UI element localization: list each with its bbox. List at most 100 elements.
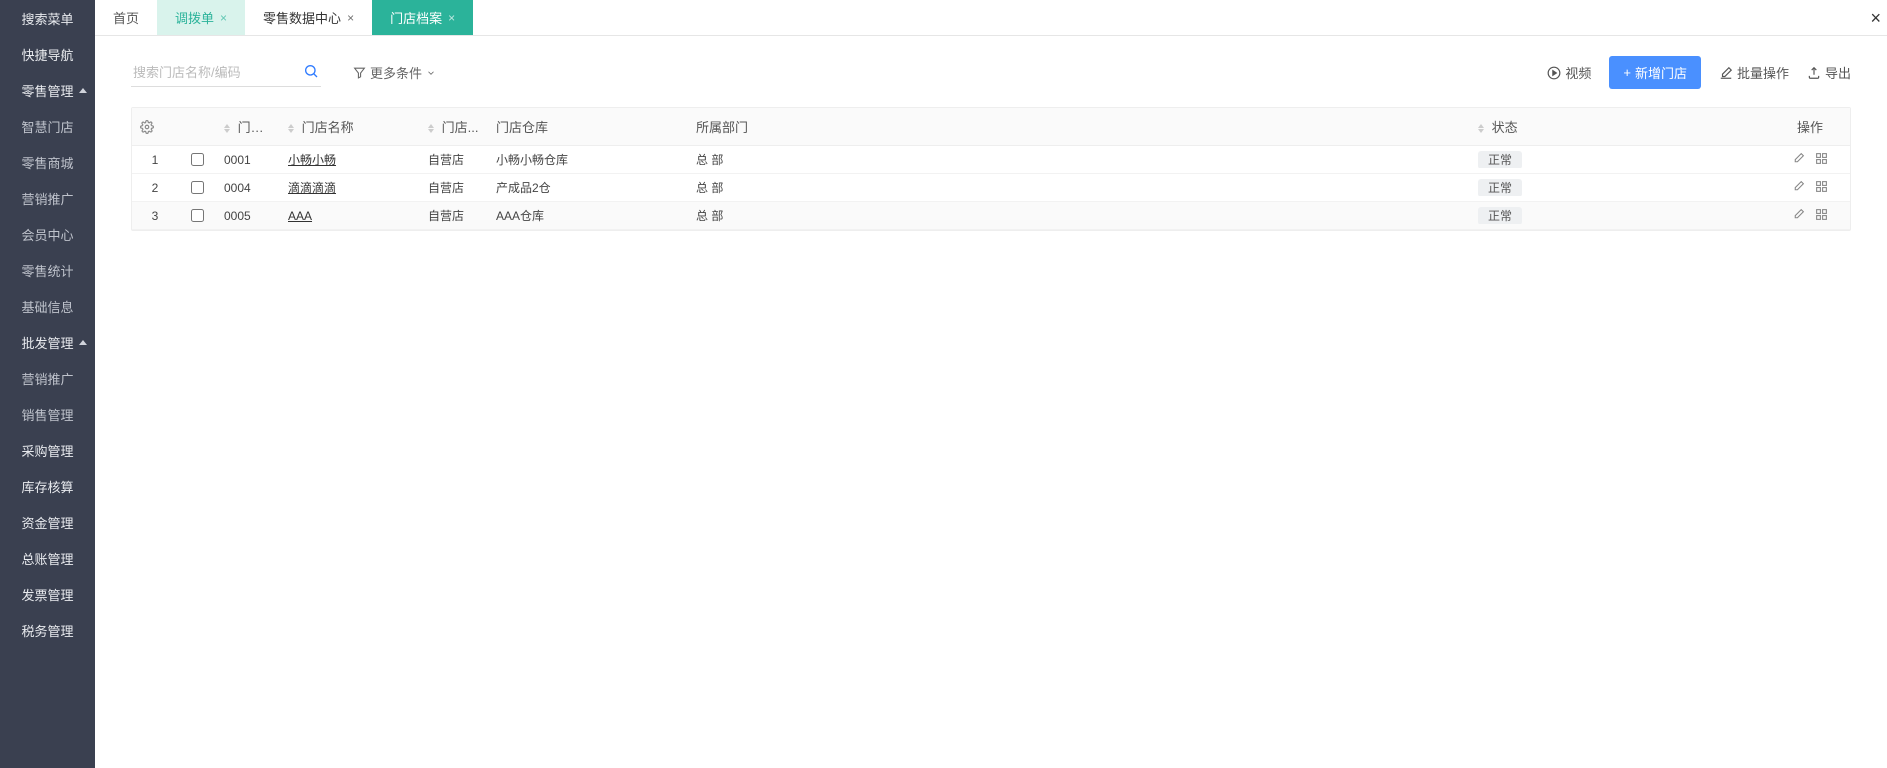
sidebar-item-retail-mall[interactable]: 零售商城 (0, 144, 95, 180)
filter-icon (353, 66, 366, 79)
search-input[interactable] (131, 59, 321, 87)
qr-icon[interactable] (1815, 152, 1828, 165)
main-area: 首页 调拨单 × 零售数据中心 × 门店档案 × × (95, 0, 1887, 768)
qr-icon[interactable] (1815, 180, 1828, 193)
header-dept: 所属部门 (688, 117, 1470, 136)
more-conditions-label: 更多条件 (370, 63, 422, 82)
row-checkbox-cell (178, 206, 216, 225)
cell-type: 自营店 (420, 179, 488, 196)
tab-transfer[interactable]: 调拨单 × (157, 0, 245, 35)
header-type-label: 门店... (442, 120, 479, 135)
sidebar-fund-mgmt[interactable]: 资金管理 (0, 504, 95, 540)
cell-operate (1770, 152, 1850, 168)
tab-store-file-label: 门店档案 (390, 8, 442, 27)
cell-status: 正常 (1470, 179, 1770, 196)
status-badge: 正常 (1478, 151, 1522, 168)
add-store-button[interactable]: + 新增门店 (1609, 56, 1701, 89)
cell-operate (1770, 180, 1850, 196)
sidebar-item-basic-info[interactable]: 基础信息 (0, 288, 95, 324)
row-checkbox[interactable] (191, 181, 204, 194)
row-checkbox-cell (178, 178, 216, 197)
table-row: 20004滴滴滴滴自营店产成品2仓总 部正常 (132, 174, 1850, 202)
header-operate: 操作 (1770, 117, 1850, 136)
sidebar-purchase-mgmt[interactable]: 采购管理 (0, 432, 95, 468)
sidebar-item-wholesale-sales[interactable]: 销售管理 (0, 396, 95, 432)
qr-icon[interactable] (1815, 208, 1828, 221)
sidebar-invoice-mgmt[interactable]: 发票管理 (0, 576, 95, 612)
row-index: 3 (132, 209, 178, 223)
sidebar-item-smart-store[interactable]: 智慧门店 (0, 108, 95, 144)
add-store-label: 新增门店 (1635, 63, 1687, 82)
tab-store-file[interactable]: 门店档案 × (372, 0, 473, 35)
sidebar-search-menu[interactable]: 搜索菜单 (0, 0, 95, 36)
sidebar-retail-mgmt[interactable]: 零售管理 (0, 72, 95, 108)
tab-retail-data-label: 零售数据中心 (263, 8, 341, 27)
tab-transfer-label: 调拨单 (175, 8, 214, 27)
cell-warehouse: 小畅小畅仓库 (488, 151, 688, 168)
cell-operate (1770, 208, 1850, 224)
batch-op-button[interactable]: 批量操作 (1719, 63, 1789, 82)
header-settings[interactable] (132, 120, 178, 134)
sidebar-quick-nav[interactable]: 快捷导航 (0, 36, 95, 72)
batch-op-label: 批量操作 (1737, 63, 1789, 82)
edit-icon[interactable] (1792, 152, 1805, 165)
cell-code: 0001 (216, 153, 280, 167)
store-name-link[interactable]: 小畅小畅 (288, 153, 336, 167)
sidebar-ledger-mgmt[interactable]: 总账管理 (0, 540, 95, 576)
row-index: 1 (132, 153, 178, 167)
table-row: 10001小畅小畅自营店小畅小畅仓库总 部正常 (132, 146, 1850, 174)
cell-type: 自营店 (420, 151, 488, 168)
sidebar-item-member[interactable]: 会员中心 (0, 216, 95, 252)
gear-icon (140, 120, 170, 134)
export-icon (1807, 66, 1821, 80)
sidebar-item-wholesale-marketing[interactable]: 营销推广 (0, 360, 95, 396)
close-icon[interactable]: × (448, 11, 455, 25)
search-icon[interactable] (303, 63, 319, 79)
search-wrap (131, 59, 321, 87)
sidebar-inventory-calc[interactable]: 库存核算 (0, 468, 95, 504)
table-row: 30005AAA自营店AAA仓库总 部正常 (132, 202, 1850, 230)
row-checkbox[interactable] (191, 209, 204, 222)
header-code-label: 门店... (238, 120, 275, 135)
toolbar-right: 视频 + 新增门店 批量操作 导出 (1547, 56, 1851, 89)
header-type[interactable]: 门店... (420, 117, 488, 136)
cell-warehouse: 产成品2仓 (488, 179, 688, 196)
sidebar-item-marketing[interactable]: 营销推广 (0, 180, 95, 216)
close-icon[interactable]: × (220, 11, 227, 25)
store-name-link[interactable]: 滴滴滴滴 (288, 181, 336, 195)
tab-retail-data[interactable]: 零售数据中心 × (245, 0, 372, 35)
header-warehouse: 门店仓库 (488, 117, 688, 136)
toolbar: 更多条件 视频 + 新增门店 批量操作 (131, 56, 1851, 89)
cell-code: 0004 (216, 181, 280, 195)
status-badge: 正常 (1478, 179, 1522, 196)
cell-name: AAA (280, 209, 420, 223)
tabbar: 首页 调拨单 × 零售数据中心 × 门店档案 × × (95, 0, 1887, 36)
header-name[interactable]: 门店名称 (280, 117, 420, 136)
cell-type: 自营店 (420, 207, 488, 224)
edit-icon[interactable] (1792, 180, 1805, 193)
store-table: 门店... 门店名称 门店... 门店仓库 所属部门 状态 (131, 107, 1851, 231)
export-button[interactable]: 导出 (1807, 63, 1851, 82)
sidebar-retail-mgmt-label: 零售管理 (21, 81, 73, 100)
header-code[interactable]: 门店... (216, 117, 280, 136)
store-name-link[interactable]: AAA (288, 209, 312, 223)
tab-home[interactable]: 首页 (95, 0, 157, 35)
header-status[interactable]: 状态 (1470, 117, 1770, 136)
row-checkbox-cell (178, 150, 216, 169)
more-conditions[interactable]: 更多条件 (353, 63, 436, 82)
close-all-icon[interactable]: × (1870, 8, 1881, 29)
sidebar-wholesale-mgmt[interactable]: 批发管理 (0, 324, 95, 360)
plus-icon: + (1623, 65, 1631, 80)
video-button[interactable]: 视频 (1547, 63, 1591, 82)
sidebar-tax-mgmt[interactable]: 税务管理 (0, 612, 95, 648)
sidebar-item-retail-stats[interactable]: 零售统计 (0, 252, 95, 288)
row-checkbox[interactable] (191, 153, 204, 166)
status-badge: 正常 (1478, 207, 1522, 224)
sort-icon (288, 124, 294, 133)
edit-icon[interactable] (1792, 208, 1805, 221)
edit-icon (1719, 66, 1733, 80)
sidebar-wholesale-mgmt-label: 批发管理 (21, 333, 73, 352)
header-name-label: 门店名称 (302, 120, 354, 135)
sort-icon (428, 124, 434, 133)
close-icon[interactable]: × (347, 11, 354, 25)
